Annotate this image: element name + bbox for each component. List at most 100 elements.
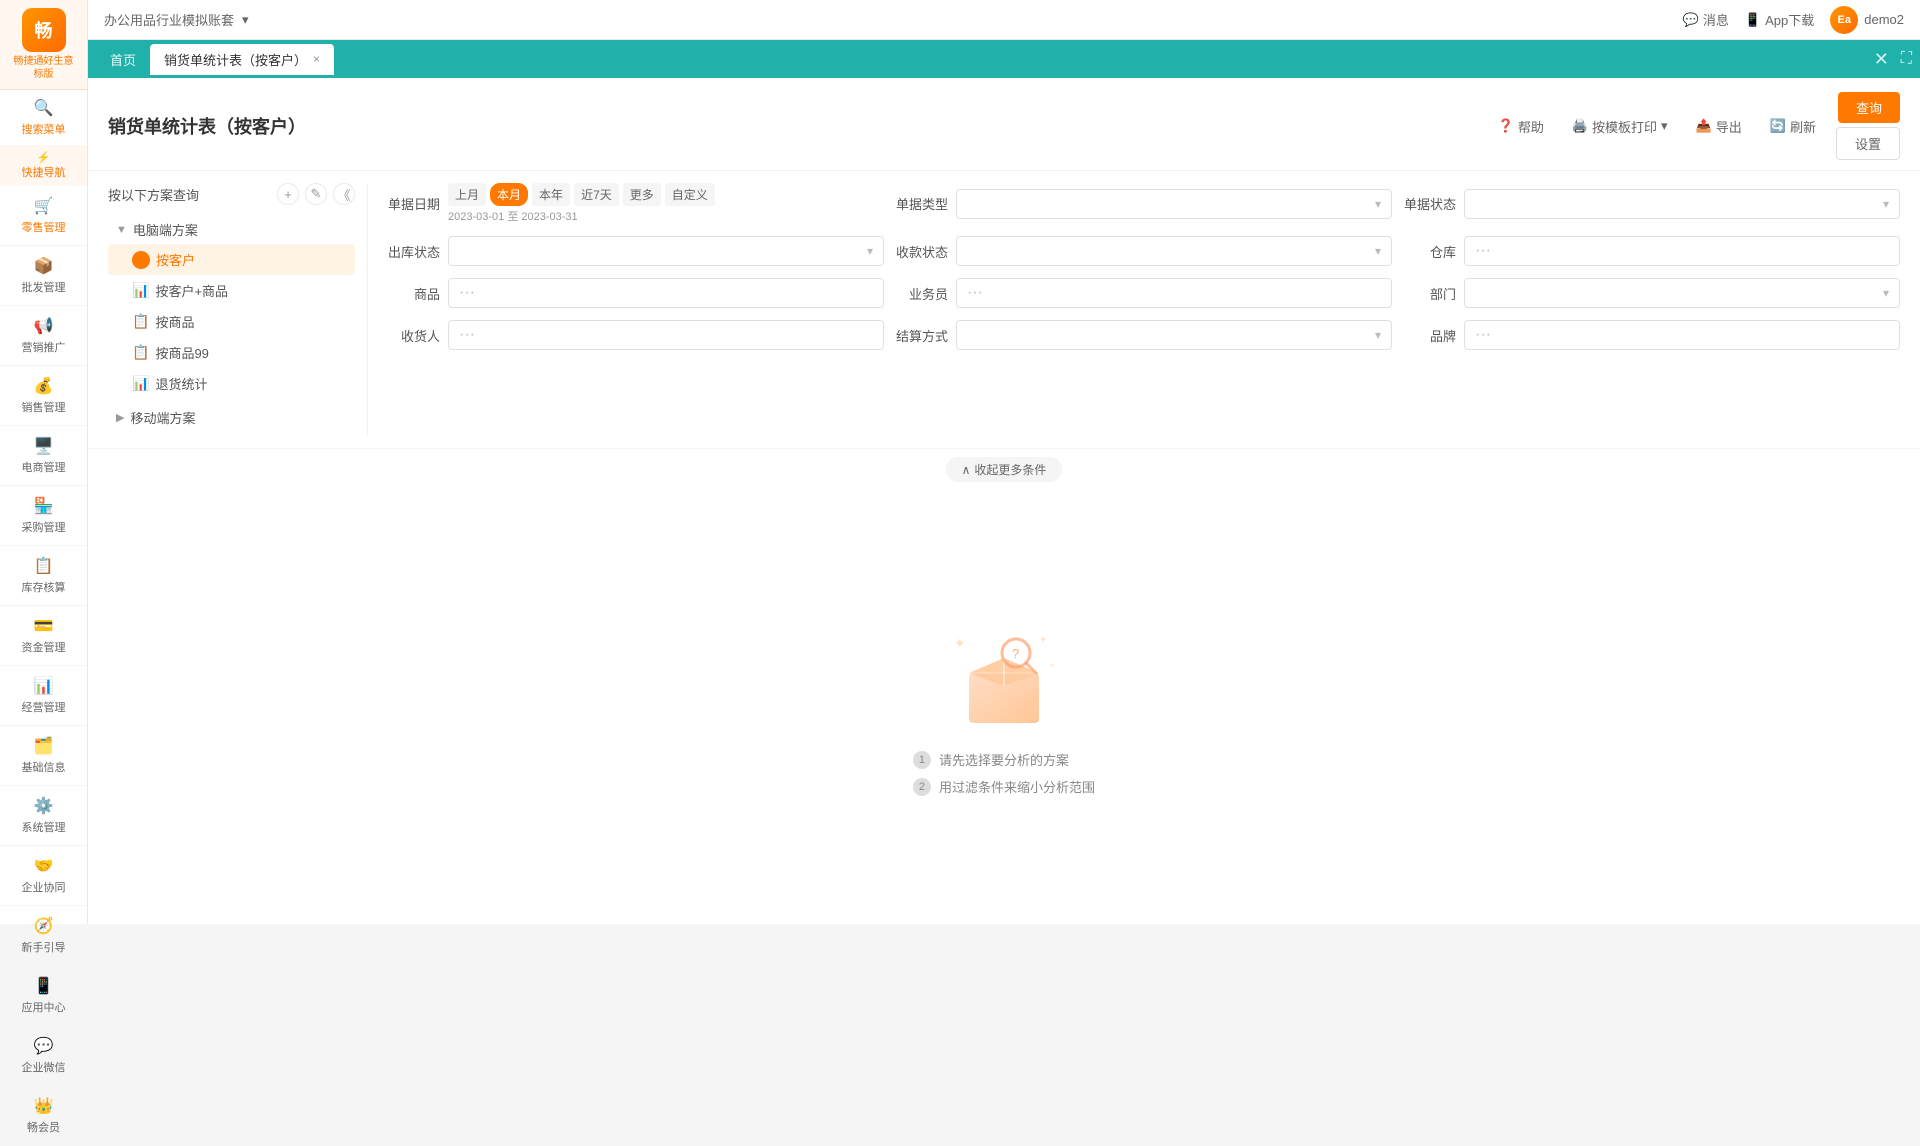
message-btn[interactable]: 💬 消息 — [1683, 10, 1729, 29]
receipt-status-input[interactable]: ▾ — [956, 236, 1392, 266]
warehouse-label: 仓库 — [1404, 242, 1456, 261]
sidebar-item-wechat[interactable]: 💬 企业微信 — [0, 1026, 87, 1086]
table-icon: 📋 — [132, 313, 149, 330]
industry-selector[interactable]: 办公用品行业模拟账套 ▾ — [104, 10, 249, 29]
sidebar-item-system[interactable]: ⚙️ 系统管理 — [0, 786, 87, 846]
export-btn[interactable]: 📤 导出 — [1688, 113, 1750, 140]
scheme-item-by-goods99[interactable]: 📋 按商品99 — [108, 337, 355, 368]
sidebar-item-ecommerce[interactable]: 🖥️ 电商管理 — [0, 426, 87, 486]
receiver-label: 收货人 — [388, 326, 440, 345]
tab-home[interactable]: 首页 — [96, 44, 150, 75]
maximize-icon[interactable]: ⛶ — [1901, 50, 1912, 68]
chart-icon: 📊 — [132, 282, 149, 299]
filter-group-date: 单据日期 上月 本月 本年 近7天 更多 自定义 2023-03-01 至 20… — [388, 183, 884, 224]
ecommerce-icon: 🖥️ — [34, 436, 54, 456]
sidebar-item-retail[interactable]: 🛒 零售管理 — [0, 186, 87, 246]
brand-input[interactable]: ··· — [1464, 320, 1900, 350]
receiver-input[interactable]: ··· — [448, 320, 884, 350]
industry-dropdown-icon[interactable]: ▾ — [242, 12, 249, 28]
salesperson-input[interactable]: ··· — [956, 278, 1392, 308]
print-btn[interactable]: 🖨️ 按模板打印 ▾ — [1564, 113, 1676, 140]
user-menu[interactable]: Ea demo2 — [1830, 6, 1904, 34]
sidebar-item-sales[interactable]: 💰 销售管理 — [0, 366, 87, 426]
sidebar-item-search[interactable]: 🔍 搜索菜单 — [0, 90, 87, 145]
scheme-item-by-goods[interactable]: 📋 按商品 — [108, 306, 355, 337]
scheme-item-customer-goods[interactable]: 📊 按客户+商品 — [108, 275, 355, 306]
app-download-btn[interactable]: 📱 App下载 — [1745, 10, 1814, 29]
date-shortcuts: 上月 本月 本年 近7天 更多 自定义 — [448, 183, 884, 206]
system-icon: ⚙️ — [34, 796, 54, 816]
tab-sales-stats[interactable]: 销货单统计表（按客户） × — [150, 44, 334, 75]
scheme-panel-title: 按以下方案查询 — [108, 185, 199, 204]
refresh-btn[interactable]: 🔄 刷新 — [1762, 113, 1824, 140]
sidebar-item-marketing[interactable]: 📢 营销推广 — [0, 306, 87, 366]
goods-input[interactable]: ··· — [448, 278, 884, 308]
date-btn-thisyear[interactable]: 本年 — [532, 183, 570, 206]
sidebar-item-basic[interactable]: 🗂️ 基础信息 — [0, 726, 87, 786]
scheme-group-pc-title[interactable]: ▼ 电脑端方案 — [108, 215, 355, 244]
tab-close-icon[interactable]: × — [313, 52, 320, 66]
department-input[interactable]: ▾ — [1464, 278, 1900, 308]
user-avatar: Ea — [1830, 6, 1858, 34]
sidebar-item-member[interactable]: 👑 畅会员 — [0, 1086, 87, 1146]
filter-row-4: 收货人 ··· 结算方式 ▾ 品牌 — [388, 320, 1900, 350]
export-icon: 📤 — [1696, 118, 1712, 134]
svg-text:✦: ✦ — [1049, 661, 1056, 670]
operation-icon: 📊 — [34, 676, 54, 696]
setting-button[interactable]: 设置 — [1836, 127, 1900, 160]
sidebar-item-quicknav[interactable]: ⚡ 快捷导航 — [0, 145, 87, 186]
inventory-icon: 📋 — [34, 556, 54, 576]
date-btn-more[interactable]: 更多 — [623, 183, 661, 206]
scheme-item-by-customer[interactable]: 按客户 — [108, 244, 355, 275]
logo-icon: 畅 — [22, 8, 66, 52]
sidebar-item-finance[interactable]: 💳 资金管理 — [0, 606, 87, 666]
collapse-scheme-btn[interactable]: 《 — [333, 183, 355, 205]
sidebar-item-appcenter[interactable]: 📱 应用中心 — [0, 966, 87, 1026]
sidebar-item-wholesale[interactable]: 📦 批发管理 — [0, 246, 87, 306]
date-btn-custom[interactable]: 自定义 — [665, 183, 715, 206]
logo-text: 畅捷通好生意 标版 — [14, 55, 74, 81]
sidebar-item-purchase[interactable]: 🏪 采购管理 — [0, 486, 87, 546]
sidebar-item-operation[interactable]: 📊 经营管理 — [0, 666, 87, 726]
help-btn[interactable]: ❓ 帮助 — [1490, 113, 1552, 140]
filter-group-salesperson: 业务员 ··· — [896, 278, 1392, 308]
svg-text:?: ? — [1012, 646, 1019, 661]
query-button[interactable]: 查询 — [1838, 92, 1900, 123]
sidebar-item-newguide[interactable]: 🧭 新手引导 — [0, 906, 87, 966]
out-status-input[interactable]: ▾ — [448, 236, 884, 266]
wechat-icon: 💬 — [34, 1036, 54, 1056]
retail-icon: 🛒 — [34, 196, 54, 216]
print-dropdown-icon[interactable]: ▾ — [1661, 118, 1668, 134]
scheme-group-mobile-title[interactable]: ▶ 移动端方案 — [108, 403, 355, 432]
settlement-input[interactable]: ▾ — [956, 320, 1392, 350]
empty-illustration: ? ✦ ✦ ✦ — [944, 618, 1064, 738]
filter-row-1: 单据日期 上月 本月 本年 近7天 更多 自定义 2023-03-01 至 20… — [388, 183, 1900, 224]
chevron-down-icon2: ▾ — [1883, 197, 1889, 211]
out-status-label: 出库状态 — [388, 242, 440, 261]
chevron-down-icon5: ▾ — [1883, 286, 1889, 300]
tabs-controls: ✕ ⛶ — [1874, 49, 1912, 70]
add-scheme-btn[interactable]: + — [277, 183, 299, 205]
action-group: 查询 设置 — [1836, 92, 1900, 160]
date-btn-lastmonth[interactable]: 上月 — [448, 183, 486, 206]
filter-row-2: 出库状态 ▾ 收款状态 ▾ 仓库 — [388, 236, 1900, 266]
collapse-btn[interactable]: ∧ 收起更多条件 — [946, 457, 1063, 482]
page-header: 销货单统计表（按客户） ❓ 帮助 🖨️ 按模板打印 ▾ 📤 导出 🔄 刷新 — [88, 78, 1920, 171]
empty-tip-2: 2 用过滤条件来缩小分析范围 — [913, 777, 1095, 796]
sidebar-logo: 畅 畅捷通好生意 标版 — [0, 0, 87, 90]
edit-scheme-btn[interactable]: ✎ — [305, 183, 327, 205]
order-type-input[interactable]: ▾ — [956, 189, 1392, 219]
date-btn-thismonth[interactable]: 本月 — [490, 183, 528, 206]
sidebar-item-enterprise[interactable]: 🤝 企业协同 — [0, 846, 87, 906]
finance-icon: 💳 — [34, 616, 54, 636]
sidebar-item-inventory[interactable]: 📋 库存核算 — [0, 546, 87, 606]
scheme-item-return-stats[interactable]: 📊 退货统计 — [108, 368, 355, 399]
chevron-down-icon4: ▾ — [1375, 244, 1381, 258]
warehouse-input[interactable]: ··· — [1464, 236, 1900, 266]
date-btn-7days[interactable]: 近7天 — [574, 183, 619, 206]
order-status-input[interactable]: ▾ — [1464, 189, 1900, 219]
sales-icon: 💰 — [34, 376, 54, 396]
download-icon: 📱 — [1745, 12, 1761, 28]
basic-icon: 🗂️ — [34, 736, 54, 756]
close-window-icon[interactable]: ✕ — [1874, 49, 1889, 70]
